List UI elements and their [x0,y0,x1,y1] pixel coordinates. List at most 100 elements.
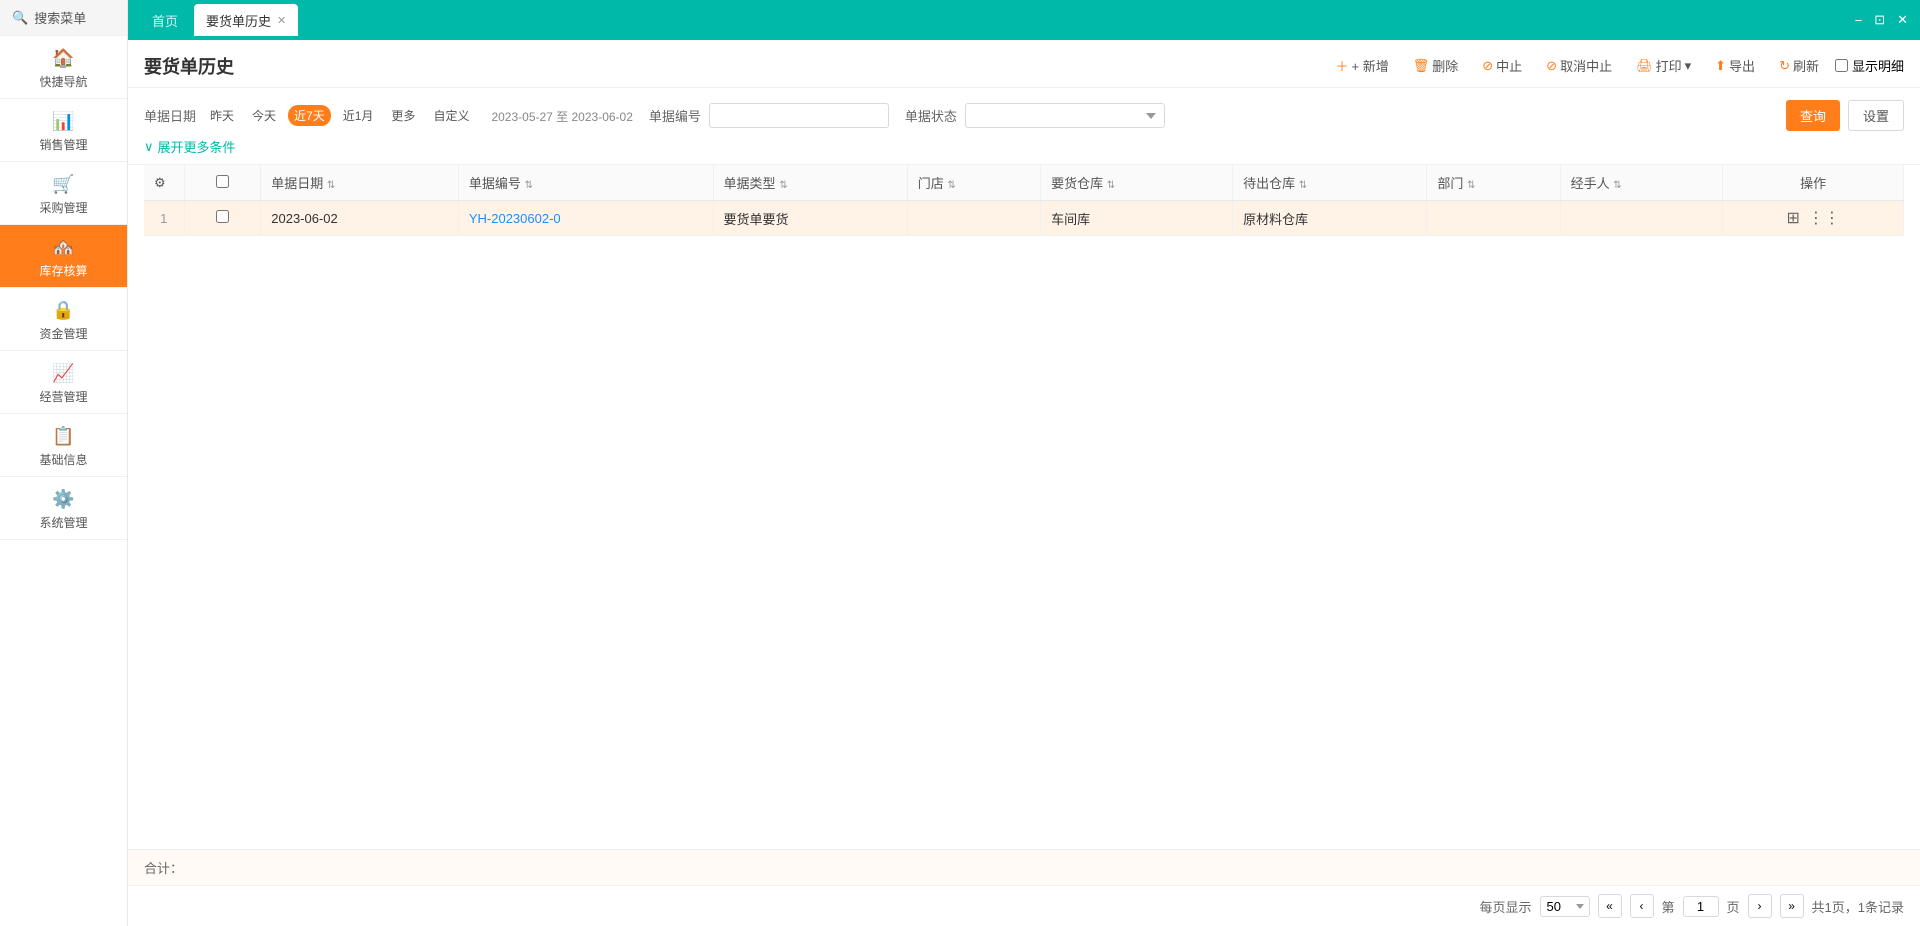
row-order-link[interactable]: YH-20230602-0 [469,211,561,226]
tab-close-icon[interactable]: ✕ [277,14,286,27]
order-number-input[interactable] [709,103,889,128]
sidebar-item-finance-mgmt[interactable]: 🔒 资金管理 [0,288,127,351]
stop-button[interactable]: ⊘ 中止 [1474,52,1530,79]
type-col-header[interactable]: 单据类型 [713,165,907,201]
row-edit-icon[interactable]: ⊞ [1786,208,1799,228]
dept-col-header[interactable]: 部门 [1427,165,1560,201]
new-button[interactable]: ＋ + 新增 [1327,52,1396,79]
table-header-row: ⚙ 单据日期 单据编号 单据类型 [144,165,1904,201]
row-more-icon[interactable]: ⋮⋮ [1808,208,1840,228]
shortcut-custom[interactable]: 自定义 [427,105,475,126]
row-date: 2023-06-02 [271,211,338,226]
date-shortcuts: 昨天 今天 近7天 近1月 更多 自定义 [204,105,475,126]
actions-col-header: 操作 [1723,165,1904,201]
date-range-text: 2023-05-27 至 2023-06-02 [491,108,632,125]
row-req-warehouse: 车间库 [1051,212,1090,227]
sidebar-item-label: 系统管理 [39,514,87,531]
print-dropdown-icon: ▾ [1685,58,1692,74]
row-pending-warehouse: 原材料仓库 [1243,212,1308,227]
prev-page-button[interactable]: ‹ [1630,894,1654,918]
print-button[interactable]: 🖨 打印 ▾ [1628,52,1699,79]
select-all-checkbox[interactable] [216,175,229,188]
shortcut-yesterday[interactable]: 昨天 [204,105,240,126]
row-checkbox[interactable] [216,210,229,223]
row-store-cell [907,201,1040,236]
table-row: 1 2023-06-02 YH-20230602-0 要货单要货 [144,201,1904,236]
sidebar-item-basic-info[interactable]: 📋 基础信息 [0,414,127,477]
refresh-icon: ↻ [1779,58,1790,74]
refresh-label: 刷新 [1793,56,1819,75]
cancel-stop-button[interactable]: ⊘ 取消中止 [1538,52,1620,79]
pending-warehouse-col-header[interactable]: 待出仓库 [1233,165,1427,201]
filter-row: 单据日期 昨天 今天 近7天 近1月 更多 自定义 2023-05-27 至 2… [144,100,1904,131]
sidebar-item-operations[interactable]: 📈 经营管理 [0,351,127,414]
row-pending-warehouse-cell: 原材料仓库 [1233,201,1427,236]
checkbox-col-header [184,165,261,201]
page-header: 要货单历史 ＋ + 新增 🗑 删除 ⊘ 中止 ⊘ 取消中止 🖨 打印 ▾ [128,40,1920,88]
info-icon: 📋 [52,426,74,447]
status-select[interactable] [965,103,1165,128]
sidebar-item-label: 销售管理 [39,136,87,153]
display-detail-checkbox[interactable] [1835,59,1848,72]
window-minimize-icon[interactable]: − [1855,13,1863,28]
sidebar-item-label: 资金管理 [39,325,87,342]
last-page-button[interactable]: » [1780,894,1804,918]
actions-col-label: 操作 [1800,176,1826,191]
date-col-header[interactable]: 单据日期 [261,165,459,201]
topbar-right: − ⊡ ✕ [1855,12,1908,28]
date-filter-label: 单据日期 [144,106,196,125]
page-size-label: 每页显示 [1479,897,1531,916]
delete-button[interactable]: 🗑 删除 [1405,52,1467,79]
store-col-label: 门店 [918,176,944,191]
data-table: ⚙ 单据日期 单据编号 单据类型 [144,165,1904,236]
store-col-header[interactable]: 门店 [907,165,1040,201]
tab-requisition-history[interactable]: 要货单历史 ✕ [194,4,298,36]
next-page-button[interactable]: › [1748,894,1772,918]
query-button[interactable]: 查询 [1786,100,1840,131]
date-range-display: 2023-05-27 至 2023-06-02 [491,106,632,125]
delete-icon: 🗑 [1413,58,1430,74]
row-type-cell: 要货单要货 [713,201,907,236]
sidebar-item-system-mgmt[interactable]: ⚙️ 系统管理 [0,477,127,540]
new-label: + 新增 [1351,56,1388,75]
page-input[interactable] [1683,896,1719,917]
sidebar-item-sales-mgmt[interactable]: 📊 销售管理 [0,99,127,162]
sidebar-item-inventory[interactable]: 🏘️ 库存核算 [0,225,127,288]
tab-requisition-history-label: 要货单历史 [206,11,271,30]
handler-col-header[interactable]: 经手人 [1560,165,1723,201]
total-records: 共1页，1条记录 [1812,897,1904,916]
settings-col-icon[interactable]: ⚙ [154,175,166,190]
req-warehouse-col-header[interactable]: 要货仓库 [1041,165,1233,201]
row-type: 要货单要货 [724,212,789,227]
shortcut-more[interactable]: 更多 [385,105,421,126]
settings-button[interactable]: 设置 [1848,100,1904,131]
sidebar-item-quick-nav[interactable]: 🏠 快捷导航 [0,36,127,99]
number-col-header[interactable]: 单据编号 [458,165,713,201]
first-page-button[interactable]: « [1598,894,1622,918]
refresh-button[interactable]: ↻ 刷新 [1771,52,1827,79]
lock-icon: 🔒 [52,300,74,321]
window-close-icon[interactable]: ✕ [1897,12,1908,28]
sidebar-item-purchase-mgmt[interactable]: 🛒 采购管理 [0,162,127,225]
settings-col-header[interactable]: ⚙ [144,165,184,201]
export-icon: ⬆ [1715,58,1726,74]
row-date-cell: 2023-06-02 [261,201,459,236]
display-detail-label: 显示明细 [1852,56,1904,75]
shortcut-1month[interactable]: 近1月 [337,105,380,126]
window-restore-icon[interactable]: ⊡ [1874,12,1885,28]
display-detail-checkbox-wrapper[interactable]: 显示明细 [1835,56,1904,75]
expand-more[interactable]: ∨ 展开更多条件 [144,137,1904,156]
shortcut-7days[interactable]: 近7天 [288,105,331,126]
page-size-select[interactable]: 10 20 50 100 [1540,896,1590,917]
handler-col-label: 经手人 [1571,176,1610,191]
topbar: 首页 要货单历史 ✕ − ⊡ ✕ [128,0,1920,40]
order-number-label: 单据编号 [649,106,701,125]
sidebar-search[interactable]: 🔍 搜索菜单 [0,0,127,36]
shortcut-today[interactable]: 今天 [246,105,282,126]
tab-home-label: 首页 [152,11,178,30]
export-button[interactable]: ⬆ 导出 [1707,52,1763,79]
number-col-label: 单据编号 [469,176,521,191]
tab-home[interactable]: 首页 [140,4,190,36]
row-checkbox-cell [184,201,261,236]
chart-icon: 📊 [52,111,74,132]
